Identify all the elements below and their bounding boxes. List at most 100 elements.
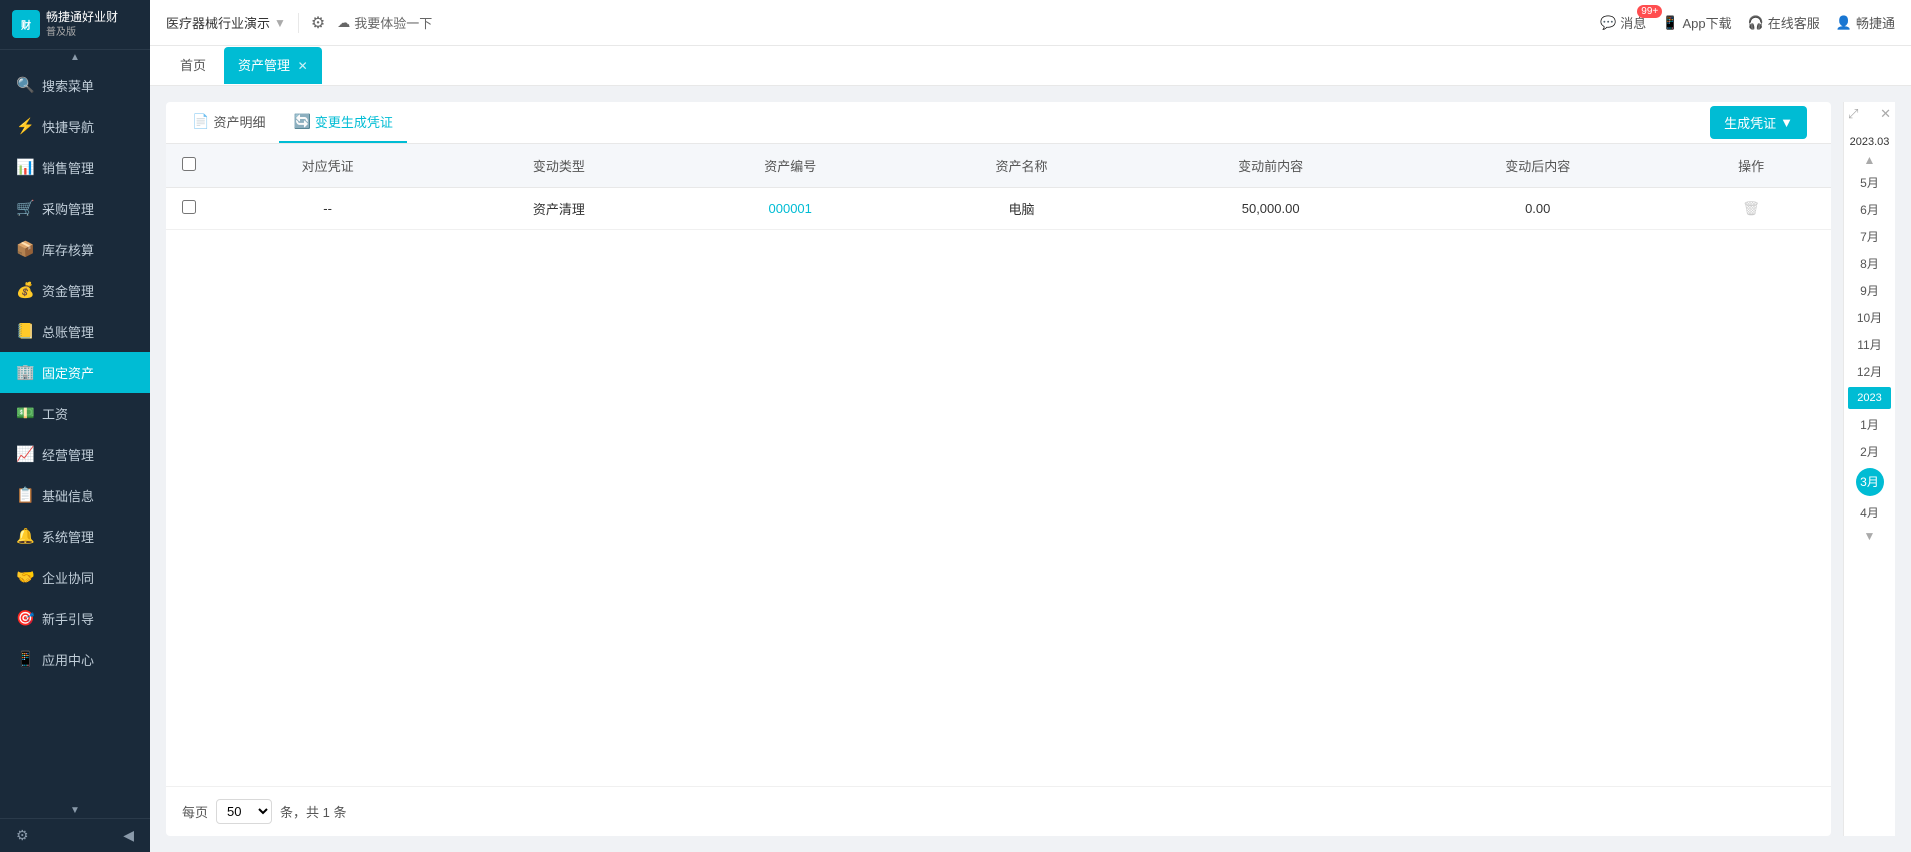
row-change-type: 资产清理	[443, 188, 674, 230]
company-selector[interactable]: 医疗器械行业演示 ▼	[166, 13, 286, 32]
topbar: 医疗器械行业演示 ▼ ⚙ ☁ 我要体验一下 💬 99+ 消息 📱 App下载 🎧…	[150, 0, 1911, 46]
message-button[interactable]: 💬 99+ 消息	[1600, 13, 1646, 32]
sidebar-nav: 🔍 搜索菜单 ⚡ 快捷导航 📊 销售管理 🛒 采购管理 📦 库存核算 💰 资金管…	[0, 65, 150, 803]
date-month-current-wrap: 3月	[1844, 465, 1895, 499]
company-name: 医疗器械行业演示	[166, 13, 270, 32]
per-page-select[interactable]: 10 20 50 100	[216, 799, 272, 824]
date-panel-expand-icon[interactable]: ⤢	[1848, 106, 1858, 122]
app-download-label: App下载	[1682, 13, 1731, 32]
date-month-item[interactable]: 11月	[1844, 331, 1895, 358]
date-year-label[interactable]: 2023	[1848, 387, 1891, 409]
sidebar-scroll-down-icon[interactable]: ▼	[70, 805, 80, 816]
customer-service-icon: 🎧	[1748, 15, 1764, 31]
date-scroll-up-button[interactable]: ▲	[1844, 150, 1895, 169]
collapse-button[interactable]: ◀	[123, 827, 134, 844]
date-month-item[interactable]: 9月	[1844, 277, 1895, 304]
sidebar-item-fixed-assets[interactable]: 🏢 固定资产	[0, 352, 150, 393]
salary-icon: 💵	[16, 404, 34, 422]
sidebar-item-purchase-label: 采购管理	[42, 199, 94, 218]
th-voucher: 对应凭证	[212, 144, 443, 188]
fixed-assets-icon: 🏢	[16, 363, 34, 381]
ledger-icon: 📒	[16, 322, 34, 340]
date-month-current[interactable]: 3月	[1856, 468, 1884, 496]
sidebar-item-app-center[interactable]: 📱 应用中心	[0, 639, 150, 680]
generate-dropdown-icon: ▼	[1780, 115, 1793, 130]
sidebar-item-salary[interactable]: 💵 工资	[0, 393, 150, 434]
content: 📄 资产明细 🔄 变更生成凭证 生成凭证 ▼	[150, 86, 1911, 852]
sidebar-item-search[interactable]: 🔍 搜索菜单	[0, 65, 150, 106]
date-month-item[interactable]: 7月	[1844, 223, 1895, 250]
feedback-button[interactable]: ☁ 我要体验一下	[337, 13, 432, 32]
message-badge: 99+	[1637, 5, 1662, 18]
logo-icon: 财	[12, 10, 40, 38]
date-month-item[interactable]: 6月	[1844, 196, 1895, 223]
select-all-checkbox[interactable]	[182, 157, 196, 171]
sidebar-item-enterprise[interactable]: 🤝 企业协同	[0, 557, 150, 598]
feedback-label: 我要体验一下	[354, 13, 432, 32]
tab-asset-management[interactable]: 资产管理 ✕	[224, 47, 322, 84]
sidebar-item-capital[interactable]: 💰 资金管理	[0, 270, 150, 311]
sidebar-item-operations[interactable]: 📈 经营管理	[0, 434, 150, 475]
date-month-item[interactable]: 1月	[1844, 411, 1895, 438]
settings-button[interactable]: ⚙	[16, 827, 29, 844]
user-button[interactable]: 👤 畅捷通	[1836, 13, 1895, 32]
pagination: 每页 10 20 50 100 条，共 1 条	[166, 786, 1831, 836]
tab-close-icon[interactable]: ✕	[298, 59, 308, 73]
sidebar-item-guide-label: 新手引导	[42, 609, 94, 628]
sidebar-item-quick-nav-label: 快捷导航	[42, 117, 94, 136]
topbar-right: 💬 99+ 消息 📱 App下载 🎧 在线客服 👤 畅捷通	[1600, 13, 1895, 32]
date-month-item[interactable]: 2月	[1844, 438, 1895, 465]
sidebar-footer: ⚙ ◀	[0, 818, 150, 852]
sidebar-item-basic-info[interactable]: 📋 基础信息	[0, 475, 150, 516]
sales-icon: 📊	[16, 158, 34, 176]
table-wrap: 对应凭证 变动类型 资产编号 资产名称	[166, 144, 1831, 786]
basic-info-icon: 📋	[16, 486, 34, 504]
date-month-item[interactable]: 5月	[1844, 169, 1895, 196]
delete-row-button[interactable]: 🗑	[1742, 200, 1760, 216]
customer-service-label: 在线客服	[1768, 13, 1820, 32]
date-month-item[interactable]: 4月	[1844, 499, 1895, 526]
customer-service-button[interactable]: 🎧 在线客服	[1748, 13, 1820, 32]
date-scroll-down-button[interactable]: ▼	[1844, 526, 1895, 545]
row-asset-name: 电脑	[906, 188, 1137, 230]
date-month-item[interactable]: 8月	[1844, 250, 1895, 277]
sub-tab-change-voucher[interactable]: 🔄 变更生成凭证	[279, 102, 406, 143]
change-voucher-icon: 🔄	[293, 113, 310, 130]
topbar-divider	[298, 13, 299, 33]
sidebar-item-system-label: 系统管理	[42, 527, 94, 546]
date-panel-close-icon[interactable]: ✕	[1880, 106, 1891, 122]
th-checkbox	[166, 144, 212, 188]
sidebar-item-operations-label: 经营管理	[42, 445, 94, 464]
sidebar-item-purchase[interactable]: 🛒 采购管理	[0, 188, 150, 229]
sidebar-item-capital-label: 资金管理	[42, 281, 94, 300]
tab-home-label: 首页	[180, 58, 206, 73]
sidebar-item-inventory[interactable]: 📦 库存核算	[0, 229, 150, 270]
tab-asset-management-label: 资产管理	[238, 58, 290, 73]
guide-icon: 🎯	[16, 609, 34, 627]
sidebar-item-sales[interactable]: 📊 销售管理	[0, 147, 150, 188]
sidebar-item-ledger[interactable]: 📒 总账管理	[0, 311, 150, 352]
date-month-item[interactable]: 10月	[1844, 304, 1895, 331]
sidebar-item-sales-label: 销售管理	[42, 158, 94, 177]
per-page-label: 每页	[182, 802, 208, 821]
app-download-icon: 📱	[1662, 15, 1678, 31]
purchase-icon: 🛒	[16, 199, 34, 217]
sidebar-scroll-up-icon[interactable]: ▲	[70, 52, 80, 63]
sub-tab-asset-detail[interactable]: 📄 资产明细	[178, 102, 279, 143]
row-checkbox[interactable]	[182, 200, 196, 214]
row-after-change: 0.00	[1404, 188, 1671, 230]
sidebar: 财 畅捷通好业财 普及版 ▲ 🔍 搜索菜单 ⚡ 快捷导航 📊 销售管理 🛒 采购…	[0, 0, 150, 852]
topbar-settings-icon[interactable]: ⚙	[311, 13, 325, 33]
sidebar-item-system[interactable]: 🔔 系统管理	[0, 516, 150, 557]
th-after-change: 变动后内容	[1404, 144, 1671, 188]
row-before-change: 50,000.00	[1137, 188, 1404, 230]
company-dropdown-icon: ▼	[274, 16, 286, 30]
app-download-button[interactable]: 📱 App下载	[1662, 13, 1731, 32]
generate-voucher-button[interactable]: 生成凭证 ▼	[1710, 106, 1807, 139]
th-before-change: 变动前内容	[1137, 144, 1404, 188]
sidebar-item-guide[interactable]: 🎯 新手引导	[0, 598, 150, 639]
sidebar-item-basic-info-label: 基础信息	[42, 486, 94, 505]
sidebar-item-quick-nav[interactable]: ⚡ 快捷导航	[0, 106, 150, 147]
date-month-item[interactable]: 12月	[1844, 358, 1895, 385]
tab-home[interactable]: 首页	[166, 47, 220, 84]
